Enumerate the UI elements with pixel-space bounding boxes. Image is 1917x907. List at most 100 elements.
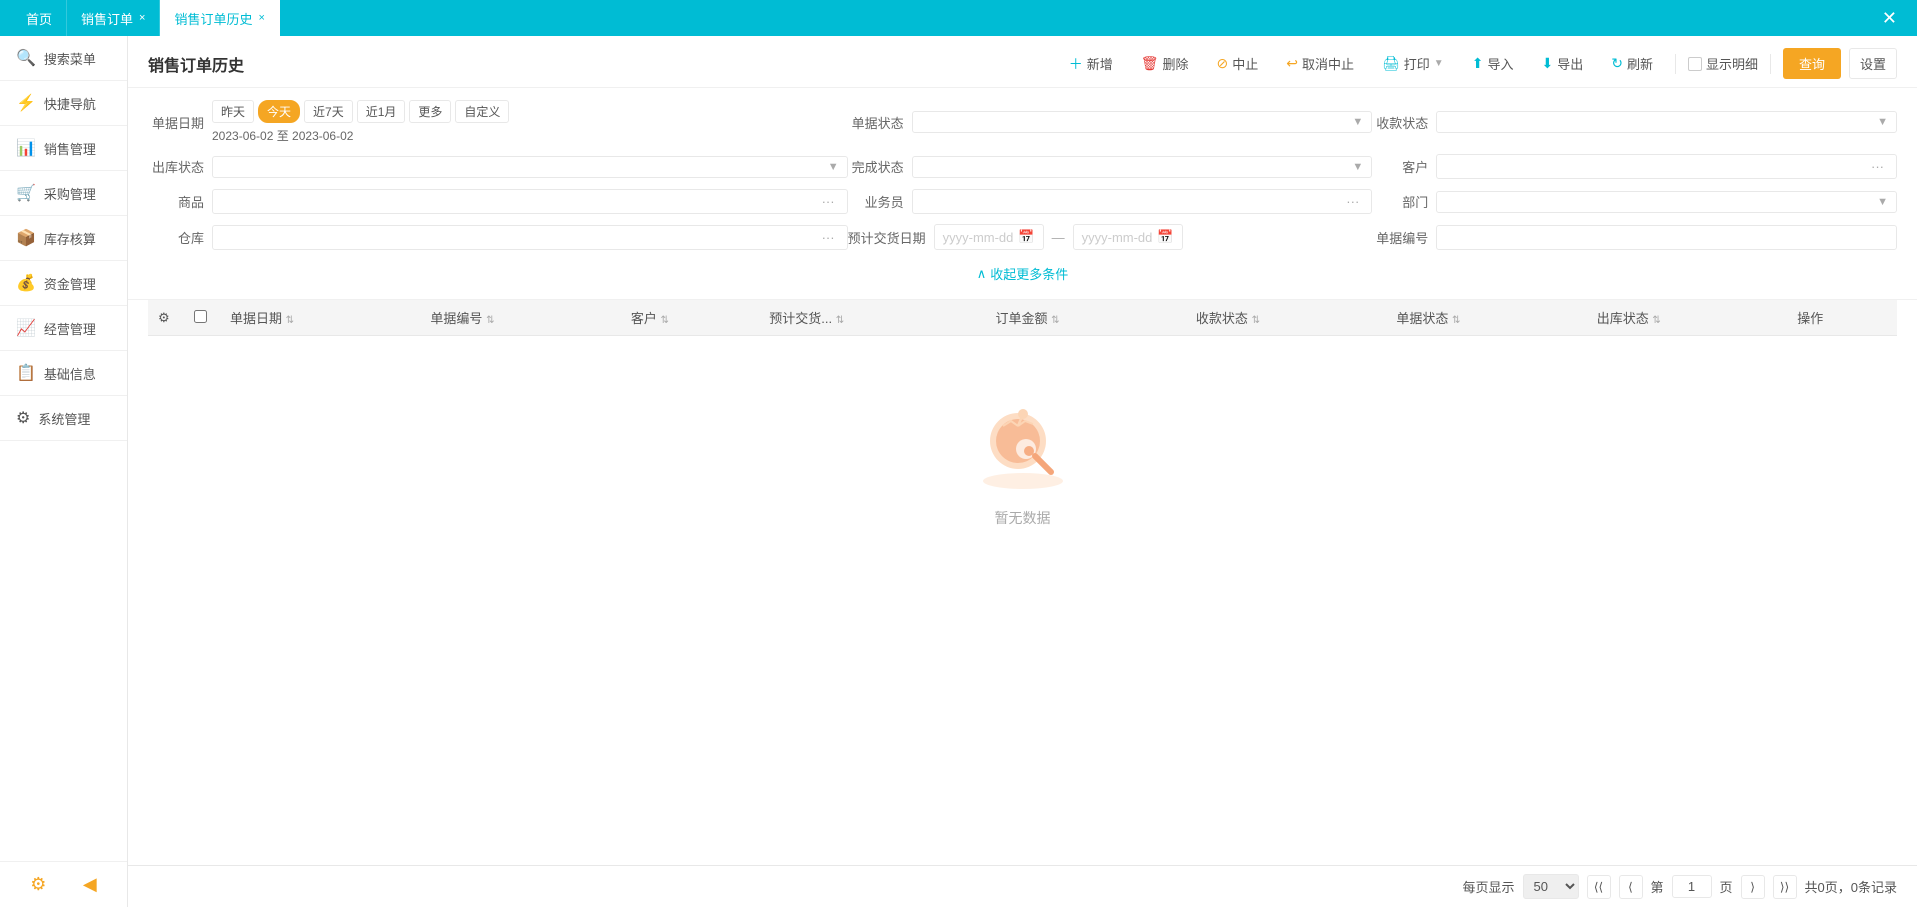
sidebar-item-quick-nav-label: 快捷导航 xyxy=(44,94,96,113)
sidebar-item-fund-mgmt-label: 资金管理 xyxy=(44,274,96,293)
salesperson-input-container[interactable]: ··· xyxy=(912,189,1373,214)
expected-date-start[interactable]: yyyy-mm-dd 📅 xyxy=(934,224,1044,250)
sidebar-item-ops-mgmt[interactable]: 📈 经营管理 xyxy=(0,306,127,351)
calendar-end-icon[interactable]: 📅 xyxy=(1157,229,1173,245)
warehouse-input-container[interactable]: ··· xyxy=(212,225,848,250)
date-btn-1month[interactable]: 近1月 xyxy=(357,100,406,123)
filter-bill-date: 单据日期 昨天 今天 近7天 近1月 更多 自定义 2023-06-02 至 2… xyxy=(148,100,848,144)
sidebar-item-purchase-mgmt[interactable]: 🛒 采购管理 xyxy=(0,171,127,216)
top-bar-actions: ✕ xyxy=(1874,8,1905,29)
customer-ellipsis-icon[interactable]: ··· xyxy=(1867,159,1888,174)
bill-no-input[interactable] xyxy=(1436,225,1897,250)
warehouse-ellipsis-icon[interactable]: ··· xyxy=(818,230,839,245)
th-receipt-status[interactable]: 收款状态 ⇅ xyxy=(1186,300,1386,336)
th-bill-status[interactable]: 单据状态 ⇅ xyxy=(1386,300,1586,336)
display-detail-checkbox[interactable] xyxy=(1688,57,1702,71)
dept-chevron: ▼ xyxy=(1877,196,1888,208)
import-label: 导入 xyxy=(1487,54,1513,73)
page-header: 销售订单历史 ＋ 新增 🗑 删除 ⊘ 中止 ↩ 取消中止 xyxy=(128,36,1917,88)
goods-input-container[interactable]: ··· xyxy=(212,189,848,214)
receipt-status-select[interactable]: ▼ xyxy=(1436,111,1897,133)
per-page-select[interactable]: 50 10 20 100 xyxy=(1523,874,1579,899)
select-all-checkbox[interactable] xyxy=(194,310,207,323)
sidebar-item-sys-mgmt[interactable]: ⚙ 系统管理 xyxy=(0,396,127,441)
th-bill-date[interactable]: 单据日期 ⇅ xyxy=(220,300,420,336)
filter-warehouse: 仓库 ··· xyxy=(148,225,848,250)
delete-button[interactable]: 🗑 删除 xyxy=(1131,49,1199,78)
filter-area: 单据日期 昨天 今天 近7天 近1月 更多 自定义 2023-06-02 至 2… xyxy=(128,88,1917,300)
sidebar-item-sales-mgmt[interactable]: 📊 销售管理 xyxy=(0,126,127,171)
date-btn-more[interactable]: 更多 xyxy=(409,100,451,123)
display-detail-label: 显示明细 xyxy=(1688,54,1758,73)
cancel-stop-button[interactable]: ↩ 取消中止 xyxy=(1276,49,1364,78)
refresh-button[interactable]: ↻ 刷新 xyxy=(1601,49,1663,78)
data-table: ⚙ 单据日期 ⇅ 单据编号 ⇅ xyxy=(148,300,1897,336)
th-customer[interactable]: 客户 ⇅ xyxy=(621,300,759,336)
th-expected-date[interactable]: 预计交货... ⇅ xyxy=(759,300,985,336)
next-page-button[interactable]: ⟩ xyxy=(1741,875,1765,899)
sort-customer-icon: ⇅ xyxy=(660,315,668,326)
goods-ellipsis-icon[interactable]: ··· xyxy=(818,194,839,209)
complete-status-chevron: ▼ xyxy=(1352,161,1363,173)
toolbar: ＋ 新增 🗑 删除 ⊘ 中止 ↩ 取消中止 🖨 打印 xyxy=(1059,48,1897,79)
bill-status-select[interactable]: ▼ xyxy=(912,111,1373,133)
total-info: 共0页，0条记录 xyxy=(1805,877,1897,896)
settings-button[interactable]: 设置 xyxy=(1849,48,1897,79)
date-btn-yesterday[interactable]: 昨天 xyxy=(212,100,254,123)
customer-input[interactable] xyxy=(1445,159,1863,174)
prev-page-button[interactable]: ⟨ xyxy=(1619,875,1643,899)
th-order-amount[interactable]: 订单金额 ⇅ xyxy=(986,300,1186,336)
warehouse-input[interactable] xyxy=(221,230,814,245)
salesperson-ellipsis-icon[interactable]: ··· xyxy=(1342,194,1363,209)
th-outbound-status[interactable]: 出库状态 ⇅ xyxy=(1587,300,1787,336)
date-quick-buttons: 昨天 今天 近7天 近1月 更多 自定义 xyxy=(212,100,509,123)
add-button[interactable]: ＋ 新增 xyxy=(1059,49,1123,79)
calendar-start-icon[interactable]: 📅 xyxy=(1018,229,1034,245)
tab-sales-order-history[interactable]: 销售订单历史 × xyxy=(160,0,279,36)
receipt-status-label: 收款状态 xyxy=(1372,113,1428,132)
settings-icon[interactable]: ⚙ xyxy=(158,310,170,325)
export-button[interactable]: ⬇ 导出 xyxy=(1531,49,1593,78)
stop-icon: ⊘ xyxy=(1217,55,1229,72)
warehouse-label: 仓库 xyxy=(148,228,204,247)
cancel-stop-icon: ↩ xyxy=(1286,55,1298,72)
tab-sales-order-history-close[interactable]: × xyxy=(258,12,264,24)
date-btn-7days[interactable]: 近7天 xyxy=(304,100,353,123)
import-button[interactable]: ⬆ 导入 xyxy=(1462,49,1524,78)
sidebar-settings-icon[interactable]: ⚙ xyxy=(30,874,46,895)
th-receipt-status-label: 收款状态 xyxy=(1196,311,1248,326)
stop-button[interactable]: ⊘ 中止 xyxy=(1207,49,1269,78)
window-close-button[interactable]: ✕ xyxy=(1874,8,1905,29)
sidebar-item-fund-mgmt[interactable]: 💰 资金管理 xyxy=(0,261,127,306)
expected-date-end[interactable]: yyyy-mm-dd 📅 xyxy=(1073,224,1183,250)
date-btn-today[interactable]: 今天 xyxy=(258,100,300,123)
sidebar-item-basic-info[interactable]: 📋 基础信息 xyxy=(0,351,127,396)
complete-status-select[interactable]: ▼ xyxy=(912,156,1373,178)
query-button[interactable]: 查询 xyxy=(1783,48,1841,79)
tab-sales-order-label: 销售订单 xyxy=(81,9,133,28)
first-page-button[interactable]: ⟨⟨ xyxy=(1587,875,1611,899)
sidebar-item-search-menu[interactable]: 🔍 搜索菜单 xyxy=(0,36,127,81)
collapse-row[interactable]: ∧ 收起更多条件 xyxy=(148,260,1897,287)
customer-input-container[interactable]: ··· xyxy=(1436,154,1897,179)
outbound-status-select[interactable]: ▼ xyxy=(212,156,848,178)
sidebar-item-quick-nav[interactable]: ⚡ 快捷导航 xyxy=(0,81,127,126)
sort-order-amount-icon: ⇅ xyxy=(1051,315,1059,326)
sidebar-item-sys-mgmt-label: 系统管理 xyxy=(38,409,90,428)
tab-sales-order[interactable]: 销售订单 × xyxy=(67,0,160,36)
dept-select[interactable]: ▼ xyxy=(1436,191,1897,213)
tab-home[interactable]: 首页 xyxy=(12,0,67,36)
tab-sales-order-close[interactable]: × xyxy=(139,12,145,24)
filter-goods: 商品 ··· xyxy=(148,189,848,214)
sidebar-collapse-icon[interactable]: ◀ xyxy=(83,874,97,895)
goods-input[interactable] xyxy=(221,194,814,209)
print-button[interactable]: 🖨 打印 ▼ xyxy=(1372,49,1454,78)
th-operation-label: 操作 xyxy=(1797,311,1823,326)
th-bill-no-label: 单据编号 xyxy=(430,311,482,326)
date-btn-custom[interactable]: 自定义 xyxy=(455,100,509,123)
page-input[interactable] xyxy=(1672,875,1712,898)
last-page-button[interactable]: ⟩⟩ xyxy=(1773,875,1797,899)
th-bill-no[interactable]: 单据编号 ⇅ xyxy=(420,300,620,336)
salesperson-input[interactable] xyxy=(921,194,1339,209)
sidebar-item-inventory-mgmt[interactable]: 📦 库存核算 xyxy=(0,216,127,261)
